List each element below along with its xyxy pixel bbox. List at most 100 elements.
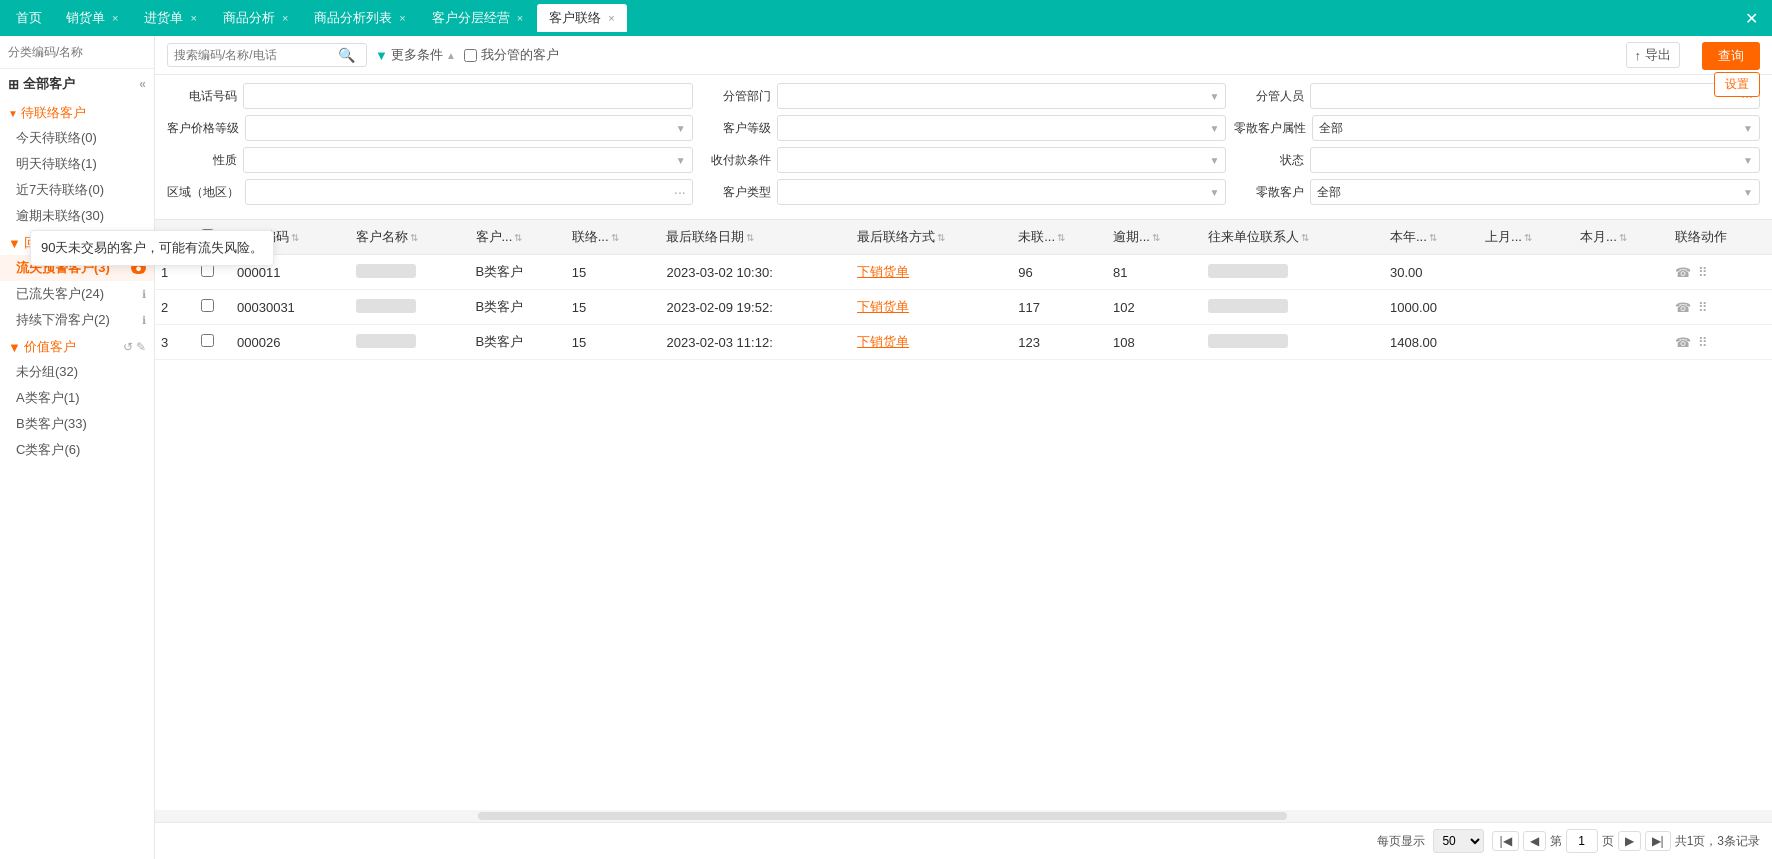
tab-product-analysis[interactable]: 商品分析 × bbox=[211, 4, 300, 32]
sidebar-search-input[interactable] bbox=[8, 45, 155, 59]
all-customers-header[interactable]: ⊞ 全部客户 « bbox=[0, 69, 154, 99]
last-method-link-0[interactable]: 下销货单 bbox=[857, 264, 909, 279]
window-close-button[interactable]: ✕ bbox=[1735, 9, 1768, 28]
settings-button[interactable]: 设置 bbox=[1714, 72, 1760, 97]
my-customers-checkbox-label[interactable]: 我分管的客户 bbox=[464, 46, 559, 64]
tab-close-product-list[interactable]: × bbox=[399, 12, 405, 24]
declining-info-icon: ℹ bbox=[142, 314, 146, 327]
tab-purchase[interactable]: 进货单 × bbox=[132, 4, 208, 32]
zerocust-select[interactable]: 全部 ▼ bbox=[1310, 179, 1760, 205]
last-method-link-2[interactable]: 下销货单 bbox=[857, 334, 909, 349]
action-contact-icon-2[interactable]: ☎ bbox=[1675, 335, 1691, 350]
payment-select[interactable]: ▼ bbox=[777, 147, 1227, 173]
action-more-icon-0[interactable]: ⠿ bbox=[1698, 265, 1708, 280]
dept-label: 分管部门 bbox=[701, 88, 771, 105]
manager-select[interactable]: ··· bbox=[1310, 83, 1760, 109]
sidebar-item-declining[interactable]: 持续下滑客户(2) ℹ bbox=[0, 307, 154, 333]
sort-name[interactable]: ⇅ bbox=[410, 232, 418, 243]
prev-page-btn[interactable]: ◀ bbox=[1523, 831, 1546, 851]
tab-close-sales[interactable]: × bbox=[112, 12, 118, 24]
sort-overdue[interactable]: ⇅ bbox=[1152, 232, 1160, 243]
sort-unlink[interactable]: ⇅ bbox=[1057, 232, 1065, 243]
search-icon[interactable]: 🔍 bbox=[338, 47, 355, 63]
horizontal-scrollbar[interactable] bbox=[155, 810, 1772, 822]
sidebar: 🔍 ⊞ 全部客户 « ▼ 待联络客户 今天待联络(0) 明天待联络(1) 近7天… bbox=[0, 36, 155, 859]
action-more-icon-2[interactable]: ⠿ bbox=[1698, 335, 1708, 350]
cell-last-method-0[interactable]: 下销货单 bbox=[851, 255, 1012, 290]
tab-home[interactable]: 首页 bbox=[4, 4, 54, 32]
tab-customer-tier[interactable]: 客户分层经营 × bbox=[420, 4, 535, 32]
sidebar-item-tomorrow[interactable]: 明天待联络(1) bbox=[0, 151, 154, 177]
region-select[interactable]: ··· bbox=[245, 179, 693, 205]
gender-select[interactable]: ▼ bbox=[243, 147, 693, 173]
action-contact-icon-0[interactable]: ☎ bbox=[1675, 265, 1691, 280]
cell-last-method-2[interactable]: 下销货单 bbox=[851, 325, 1012, 360]
sidebar-item-7days[interactable]: 近7天待联络(0) bbox=[0, 177, 154, 203]
cell-code-1: 00030031 bbox=[231, 290, 350, 325]
table-header-row: ⚙ 客户编码⇅ 客户名称⇅ 客户...⇅ 联络...⇅ 最后联络日期⇅ 最后联络… bbox=[155, 220, 1772, 255]
sidebar-item-b-class[interactable]: B类客户(33) bbox=[0, 411, 154, 437]
sort-contacts[interactable]: ⇅ bbox=[1301, 232, 1309, 243]
last-method-link-1[interactable]: 下销货单 bbox=[857, 299, 909, 314]
cell-action-2[interactable]: ☎ ⠿ bbox=[1669, 325, 1772, 360]
zeroattr-select[interactable]: 全部 ▼ bbox=[1312, 115, 1760, 141]
sort-tmonth[interactable]: ⇅ bbox=[1619, 232, 1627, 243]
cell-last-method-1[interactable]: 下销货单 bbox=[851, 290, 1012, 325]
cell-check-2[interactable] bbox=[195, 325, 231, 360]
row-checkbox-2[interactable] bbox=[201, 334, 214, 347]
sort-year[interactable]: ⇅ bbox=[1429, 232, 1437, 243]
dept-select[interactable]: ▼ bbox=[777, 83, 1227, 109]
tab-product-list[interactable]: 商品分析列表 × bbox=[302, 4, 417, 32]
tab-close-contact[interactable]: × bbox=[608, 12, 614, 24]
sort-date[interactable]: ⇅ bbox=[746, 232, 754, 243]
sidebar-item-a-class[interactable]: A类客户(1) bbox=[0, 385, 154, 411]
tab-close-purchase[interactable]: × bbox=[190, 12, 196, 24]
per-page-select[interactable]: 50 100 200 bbox=[1433, 829, 1484, 853]
next-page-btn[interactable]: ▶ bbox=[1618, 831, 1641, 851]
sidebar-item-ungroup[interactable]: 未分组(32) bbox=[0, 359, 154, 385]
sort-level[interactable]: ⇅ bbox=[514, 232, 522, 243]
export-btn[interactable]: ↑ 导出 bbox=[1626, 42, 1681, 68]
cell-name-1 bbox=[350, 290, 469, 325]
sort-contact[interactable]: ⇅ bbox=[611, 232, 619, 243]
cell-check-1[interactable] bbox=[195, 290, 231, 325]
sidebar-item-overdue[interactable]: 逾期未联络(30) bbox=[0, 203, 154, 229]
edit-icon[interactable]: ✎ bbox=[136, 340, 146, 354]
cell-action-0[interactable]: ☎ ⠿ bbox=[1669, 255, 1772, 290]
sort-lmonth[interactable]: ⇅ bbox=[1524, 232, 1532, 243]
first-page-btn[interactable]: |◀ bbox=[1492, 831, 1518, 851]
cell-action-1[interactable]: ☎ ⠿ bbox=[1669, 290, 1772, 325]
region-dots[interactable]: ··· bbox=[674, 184, 686, 200]
custlevel-arrow: ▼ bbox=[1209, 123, 1219, 134]
query-button[interactable]: 查询 bbox=[1702, 42, 1760, 70]
my-customers-checkbox[interactable] bbox=[464, 49, 477, 62]
scrollbar-thumb[interactable] bbox=[478, 812, 1287, 820]
action-contact-icon-1[interactable]: ☎ bbox=[1675, 300, 1691, 315]
filter-phone-cell: 电话号码 bbox=[167, 83, 693, 109]
sort-code[interactable]: ⇅ bbox=[291, 232, 299, 243]
sidebar-item-c-class[interactable]: C类客户(6) bbox=[0, 437, 154, 463]
more-conditions-btn[interactable]: ▼ 更多条件 ▲ bbox=[375, 46, 456, 64]
sort-method[interactable]: ⇅ bbox=[937, 232, 945, 243]
tab-sales-order[interactable]: 销货单 × bbox=[54, 4, 130, 32]
sidebar-item-today[interactable]: 今天待联络(0) bbox=[0, 125, 154, 151]
page-input[interactable] bbox=[1566, 829, 1598, 853]
refresh-icon[interactable]: ↺ bbox=[123, 340, 133, 354]
status-select[interactable]: ▼ bbox=[1310, 147, 1760, 173]
price-label: 客户价格等级 bbox=[167, 120, 239, 137]
collapse-icon[interactable]: « bbox=[139, 77, 146, 91]
phone-input[interactable] bbox=[243, 83, 693, 109]
blurred-name-1 bbox=[356, 299, 416, 313]
tab-close-customer-tier[interactable]: × bbox=[517, 12, 523, 24]
price-select[interactable]: ▼ bbox=[245, 115, 693, 141]
search-input[interactable] bbox=[174, 48, 334, 62]
row-checkbox-1[interactable] bbox=[201, 299, 214, 312]
sidebar-item-lost[interactable]: 已流失客户(24) ℹ bbox=[0, 281, 154, 307]
table-wrap: ⚙ 客户编码⇅ 客户名称⇅ 客户...⇅ 联络...⇅ 最后联络日期⇅ 最后联络… bbox=[155, 220, 1772, 810]
action-more-icon-1[interactable]: ⠿ bbox=[1698, 300, 1708, 315]
custtype-select[interactable]: ▼ bbox=[777, 179, 1227, 205]
custlevel-select[interactable]: ▼ bbox=[777, 115, 1227, 141]
last-page-btn[interactable]: ▶| bbox=[1645, 831, 1671, 851]
tab-customer-contact[interactable]: 客户联络 × bbox=[537, 4, 626, 32]
tab-close-product-analysis[interactable]: × bbox=[282, 12, 288, 24]
